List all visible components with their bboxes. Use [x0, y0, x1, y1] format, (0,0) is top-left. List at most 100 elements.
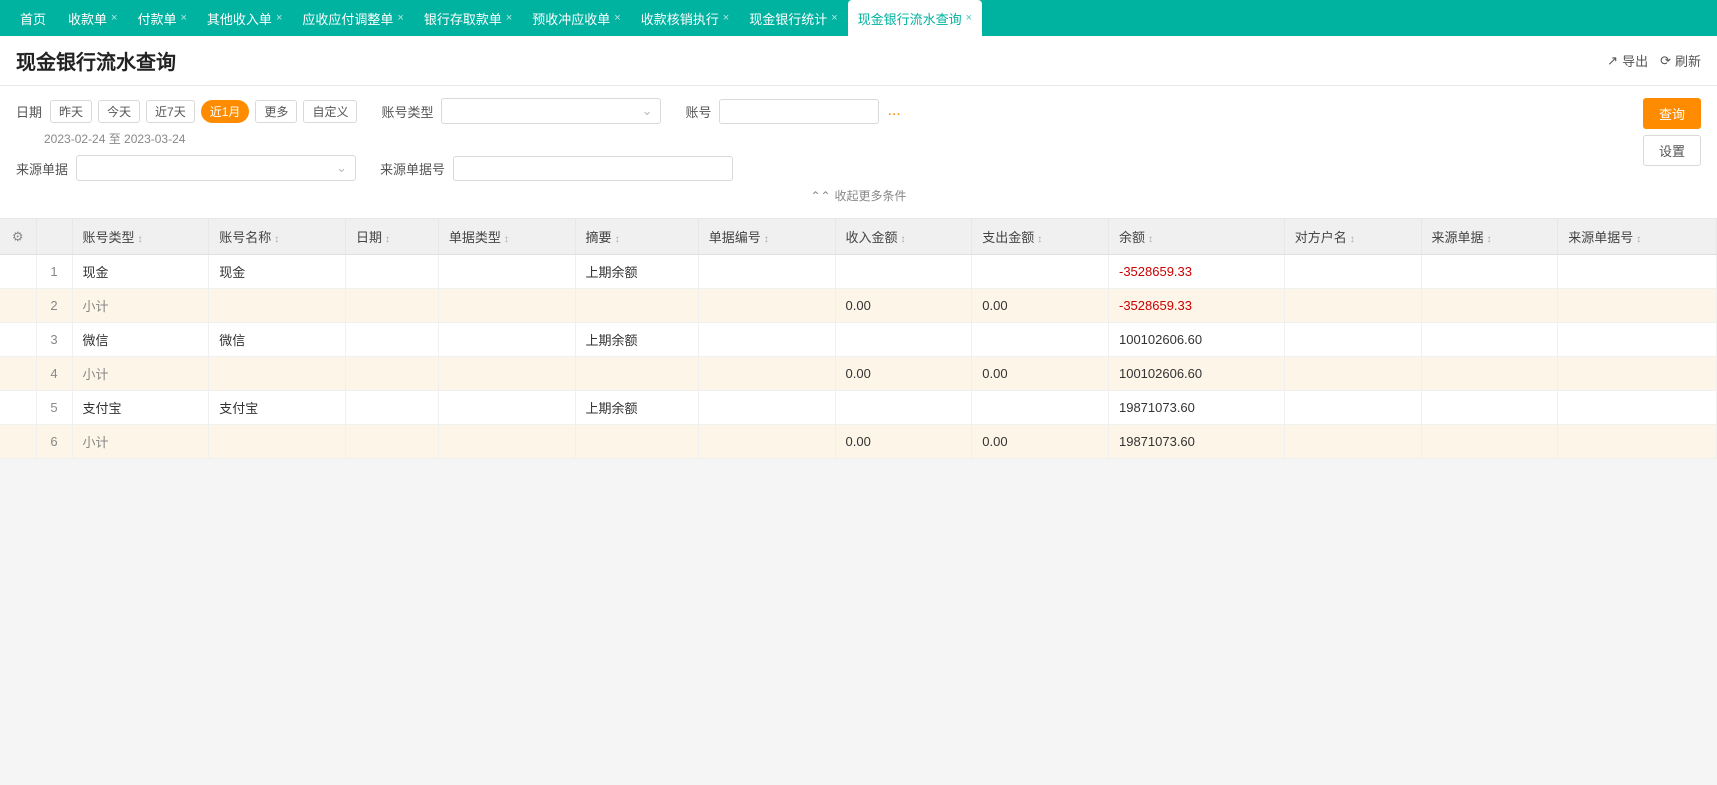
- sort-icon[interactable]: ↕: [138, 234, 143, 245]
- nav-tab[interactable]: 收款单×: [58, 0, 127, 36]
- table-row[interactable]: 6小计0.000.0019871073.60: [0, 425, 1717, 459]
- source-doc-num-input[interactable]: [453, 156, 733, 181]
- nav-tab[interactable]: 其他收入单×: [197, 0, 292, 36]
- cell-doc_no: [698, 425, 835, 459]
- cell-source_doc_no: [1558, 391, 1717, 425]
- date-option-btn[interactable]: 更多: [255, 100, 297, 123]
- cell-income: [835, 391, 972, 425]
- column-header-summary[interactable]: 摘要↕: [575, 219, 698, 255]
- nav-tab[interactable]: 现金银行流水查询×: [848, 0, 982, 36]
- date-range-text: 2023-02-24 至 2023-03-24: [44, 132, 185, 146]
- cell-doc_type: [438, 391, 575, 425]
- cell-counterparty: [1284, 323, 1421, 357]
- export-button[interactable]: ↗ 导出: [1607, 51, 1648, 70]
- cell-account_type: 现金: [72, 255, 209, 289]
- column-header-date[interactable]: 日期↕: [345, 219, 438, 255]
- cell-source_doc: [1421, 289, 1558, 323]
- column-header-doc_type[interactable]: 单据类型↕: [438, 219, 575, 255]
- sort-icon[interactable]: ↕: [504, 234, 509, 245]
- column-header-counterparty[interactable]: 对方户名↕: [1284, 219, 1421, 255]
- column-header-account_name[interactable]: 账号名称↕: [209, 219, 346, 255]
- tab-close-icon[interactable]: ×: [723, 12, 729, 24]
- tab-close-icon[interactable]: ×: [180, 12, 186, 24]
- tab-close-icon[interactable]: ×: [966, 12, 972, 24]
- query-button[interactable]: 查询: [1643, 98, 1701, 129]
- nav-home[interactable]: 首页: [8, 0, 58, 36]
- tab-close-icon[interactable]: ×: [831, 12, 837, 24]
- sort-icon[interactable]: ↕: [615, 234, 620, 245]
- source-doc-num-label: 来源单据号: [380, 159, 445, 178]
- nav-tab[interactable]: 收款核销执行×: [631, 0, 739, 36]
- tab-close-icon[interactable]: ×: [614, 12, 620, 24]
- collapse-icon: ⌃⌃: [810, 189, 830, 203]
- sort-icon[interactable]: ↕: [901, 234, 906, 245]
- cell-source_doc: [1421, 391, 1558, 425]
- main-table: ⚙ 账号类型↕账号名称↕日期↕单据类型↕摘要↕单据编号↕收入金额↕支出金额↕余额↕…: [0, 219, 1717, 459]
- tab-close-icon[interactable]: ×: [111, 12, 117, 24]
- table-row[interactable]: 2小计0.000.00-3528659.33: [0, 289, 1717, 323]
- date-option-btn[interactable]: 今天: [98, 100, 140, 123]
- cell-gear: [0, 255, 36, 289]
- date-option-btn[interactable]: 昨天: [50, 100, 92, 123]
- date-option-btn[interactable]: 自定义: [303, 100, 357, 123]
- source-doc-label: 来源单据: [16, 159, 68, 178]
- column-header-doc_no[interactable]: 单据编号↕: [698, 219, 835, 255]
- account-type-select[interactable]: ⌄: [441, 98, 661, 124]
- sort-icon[interactable]: ↕: [1350, 234, 1355, 245]
- column-header-source_doc_no[interactable]: 来源单据号↕: [1558, 219, 1717, 255]
- sort-icon[interactable]: ↕: [1148, 234, 1153, 245]
- column-header-income[interactable]: 收入金额↕: [835, 219, 972, 255]
- cell-gear: [0, 391, 36, 425]
- cell-balance: 100102606.60: [1108, 357, 1284, 391]
- account-dots[interactable]: ...: [887, 102, 900, 120]
- export-icon: ↗: [1607, 53, 1618, 69]
- account-filter-group: 账号 ...: [685, 99, 900, 124]
- cell-date: [345, 323, 438, 357]
- tab-close-icon[interactable]: ×: [276, 12, 282, 24]
- sort-icon[interactable]: ↕: [274, 234, 279, 245]
- refresh-button[interactable]: ⟳ 刷新: [1660, 51, 1701, 70]
- nav-tab[interactable]: 应收应付调整单×: [292, 0, 413, 36]
- table-row[interactable]: 1现金现金上期余额-3528659.33: [0, 255, 1717, 289]
- nav-tab[interactable]: 现金银行统计×: [739, 0, 847, 36]
- cell-source_doc_no: [1558, 425, 1717, 459]
- sort-icon[interactable]: ↕: [1487, 234, 1492, 245]
- cell-seq: 2: [36, 289, 72, 323]
- source-doc-select[interactable]: ⌄: [76, 155, 356, 181]
- cell-source_doc: [1421, 425, 1558, 459]
- cell-source_doc: [1421, 255, 1558, 289]
- date-option-btn[interactable]: 近7天: [146, 100, 195, 123]
- cell-doc_type: [438, 289, 575, 323]
- nav-tab[interactable]: 付款单×: [127, 0, 196, 36]
- settings-button[interactable]: 设置: [1643, 135, 1701, 166]
- cell-summary: [575, 289, 698, 323]
- column-header-expense[interactable]: 支出金额↕: [972, 219, 1109, 255]
- sort-icon[interactable]: ↕: [764, 234, 769, 245]
- gear-settings-icon[interactable]: ⚙: [12, 229, 24, 244]
- date-buttons: 昨天今天近7天近1月更多自定义: [50, 100, 357, 123]
- column-header-account_type[interactable]: 账号类型↕: [72, 219, 209, 255]
- collapse-bar[interactable]: ⌃⌃ 收起更多条件: [16, 181, 1701, 206]
- sort-icon[interactable]: ↕: [1037, 234, 1042, 245]
- sort-icon[interactable]: ↕: [385, 234, 390, 245]
- nav-tab[interactable]: 预收冲应收单×: [522, 0, 630, 36]
- column-header-source_doc[interactable]: 来源单据↕: [1421, 219, 1558, 255]
- cell-doc_no: [698, 357, 835, 391]
- table-row[interactable]: 5支付宝支付宝上期余额19871073.60: [0, 391, 1717, 425]
- cell-account_name: [209, 289, 346, 323]
- nav-tab[interactable]: 银行存取款单×: [414, 0, 522, 36]
- account-input[interactable]: [719, 99, 879, 124]
- table-row[interactable]: 3微信微信上期余额100102606.60: [0, 323, 1717, 357]
- date-option-btn[interactable]: 近1月: [201, 100, 250, 123]
- sort-icon[interactable]: ↕: [1636, 234, 1641, 245]
- cell-counterparty: [1284, 357, 1421, 391]
- column-header-balance[interactable]: 余额↕: [1108, 219, 1284, 255]
- tab-close-icon[interactable]: ×: [506, 12, 512, 24]
- cell-counterparty: [1284, 289, 1421, 323]
- tab-close-icon[interactable]: ×: [397, 12, 403, 24]
- cell-source_doc_no: [1558, 357, 1717, 391]
- cell-income: [835, 323, 972, 357]
- account-type-filter-group: 账号类型 ⌄: [381, 98, 661, 124]
- table-row[interactable]: 4小计0.000.00100102606.60: [0, 357, 1717, 391]
- cell-balance: 19871073.60: [1108, 425, 1284, 459]
